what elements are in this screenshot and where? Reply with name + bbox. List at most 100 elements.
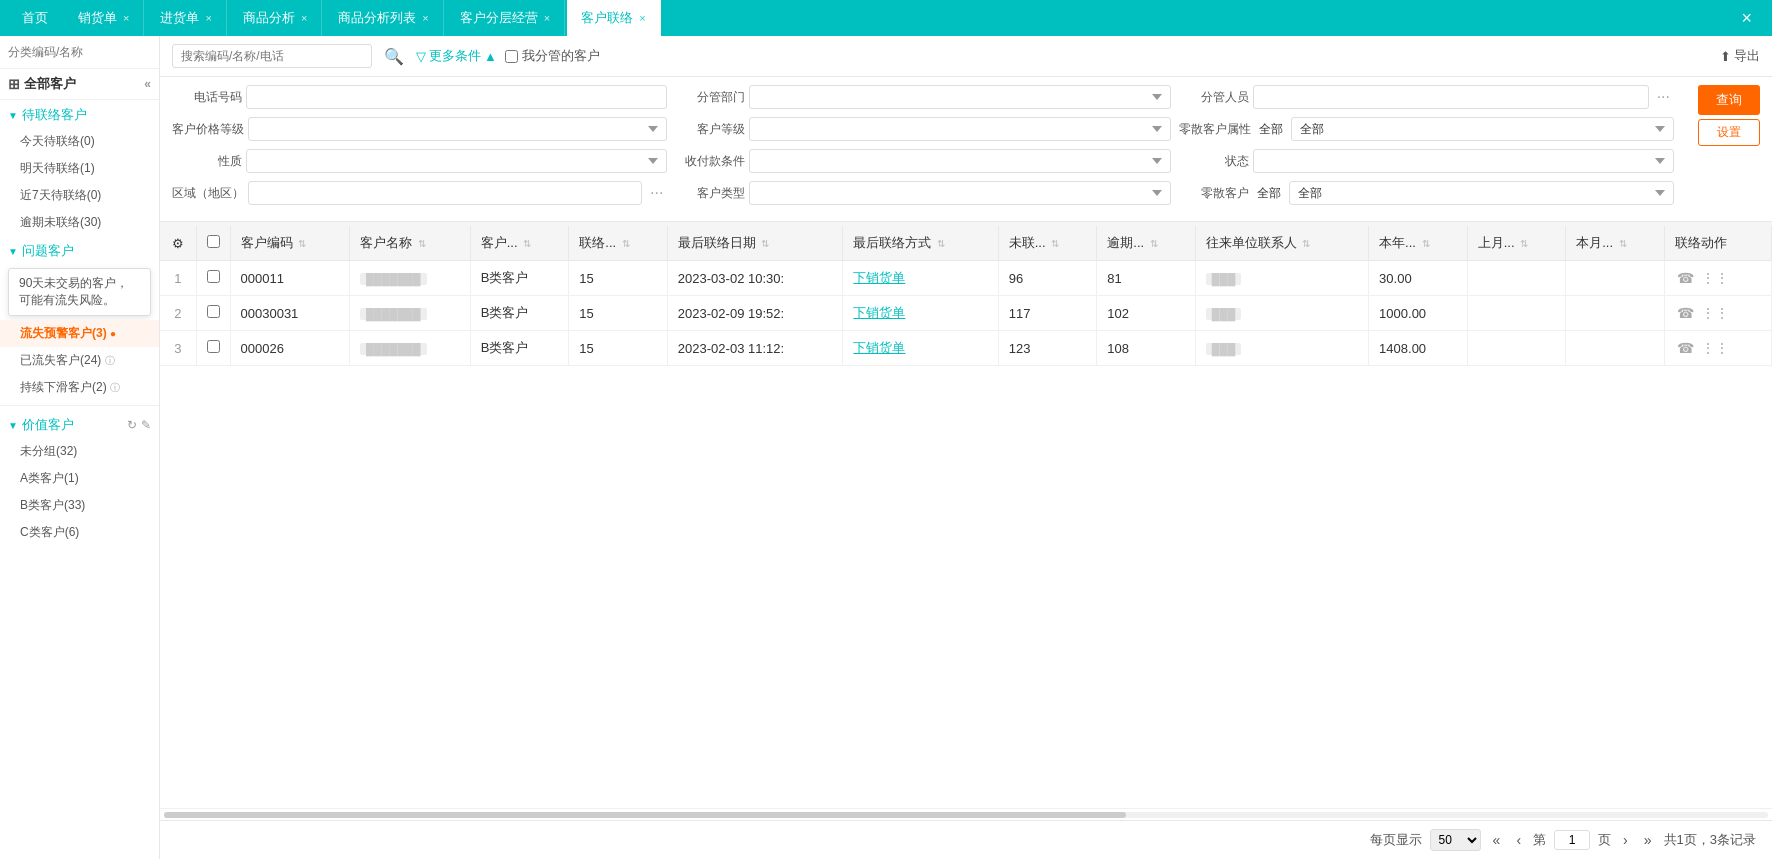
sort-this-year-icon[interactable]: ⇅ xyxy=(1422,238,1430,249)
filter-more-conditions-button[interactable]: ▽ 更多条件 ▲ xyxy=(416,47,497,65)
sort-type-icon[interactable]: ⇅ xyxy=(523,238,531,249)
sidebar-search-input[interactable] xyxy=(8,45,158,59)
row-3-checkbox[interactable] xyxy=(207,340,220,353)
payment-select[interactable] xyxy=(749,149,1170,173)
page-input[interactable] xyxy=(1554,830,1590,850)
sidebar-item-churn-warning[interactable]: 流失预警客户(3) ● xyxy=(0,320,159,347)
refresh-icon[interactable]: ↻ xyxy=(127,418,137,432)
customer-type-select[interactable] xyxy=(749,181,1170,205)
scrollbar-thumb[interactable] xyxy=(164,812,1126,818)
nav-tab-4[interactable]: 客户分层经营 × xyxy=(446,0,565,36)
person-dots-icon[interactable]: ··· xyxy=(1653,88,1674,106)
nav-tab-5[interactable]: 客户联络 × xyxy=(567,0,660,36)
row-2-method-link[interactable]: 下销货单 xyxy=(853,305,905,320)
query-settings-group: 查询 设置 xyxy=(1686,77,1772,221)
sort-no-contact-icon[interactable]: ⇅ xyxy=(1051,238,1059,249)
total-label: 共1页，3条记录 xyxy=(1664,831,1756,849)
nav-tab-3[interactable]: 商品分析列表 × xyxy=(324,0,443,36)
nature-select[interactable] xyxy=(246,149,667,173)
row-checkbox-3[interactable] xyxy=(196,331,230,366)
nav-tab-5-close[interactable]: × xyxy=(639,12,645,24)
settings-button[interactable]: 设置 xyxy=(1698,119,1760,146)
sidebar-item-declining[interactable]: 持续下滑客户(2) ⓘ xyxy=(0,374,159,401)
row-3-more-icon[interactable]: ⋮⋮ xyxy=(1699,340,1731,356)
first-page-button[interactable]: « xyxy=(1489,832,1505,848)
last-page-button[interactable]: » xyxy=(1640,832,1656,848)
nav-tab-2[interactable]: 商品分析 × xyxy=(229,0,322,36)
nav-tab-1-close[interactable]: × xyxy=(205,12,211,24)
sidebar-group-value[interactable]: ▼ 价值客户 ↻ ✎ xyxy=(0,410,159,438)
row-3-method-link[interactable]: 下销货单 xyxy=(853,340,905,355)
sort-overdue-icon[interactable]: ⇅ xyxy=(1150,238,1158,249)
nav-home[interactable]: 首页 xyxy=(8,0,62,36)
row-2-checkbox[interactable] xyxy=(207,305,220,318)
nav-tab-2-close[interactable]: × xyxy=(301,12,307,24)
row-last-method-1[interactable]: 下销货单 xyxy=(843,261,998,296)
sidebar-item-class-c[interactable]: C类客户(6) xyxy=(0,519,159,546)
row-1-checkbox[interactable] xyxy=(207,270,220,283)
sort-last-month-icon[interactable]: ⇅ xyxy=(1520,238,1528,249)
sort-last-date-icon[interactable]: ⇅ xyxy=(761,238,769,249)
select-all-checkbox[interactable] xyxy=(207,235,220,248)
phone-input[interactable] xyxy=(246,85,667,109)
close-all-button[interactable]: × xyxy=(1729,8,1764,29)
checkbox-col-header[interactable] xyxy=(196,226,230,261)
price-grade-select[interactable] xyxy=(248,117,667,141)
sidebar-item-ungrouped[interactable]: 未分组(32) xyxy=(0,438,159,465)
export-button[interactable]: ⬆ 导出 xyxy=(1720,47,1760,65)
dept-select[interactable] xyxy=(749,85,1170,109)
sidebar-all-customers[interactable]: ⊞ 全部客户 « xyxy=(0,69,159,100)
row-this-year-2: 1000.00 xyxy=(1369,296,1468,331)
row-last-method-3[interactable]: 下销货单 xyxy=(843,331,998,366)
nav-tab-3-close[interactable]: × xyxy=(422,12,428,24)
horizontal-scrollbar[interactable] xyxy=(160,808,1772,820)
sidebar-item-7days[interactable]: 近7天待联络(0) xyxy=(0,182,159,209)
sidebar-collapse-icon[interactable]: « xyxy=(144,77,151,91)
sidebar-item-tomorrow[interactable]: 明天待联络(1) xyxy=(0,155,159,182)
row-checkbox-1[interactable] xyxy=(196,261,230,296)
sidebar-item-class-b[interactable]: B类客户(33) xyxy=(0,492,159,519)
sidebar-item-class-a[interactable]: A类客户(1) xyxy=(0,465,159,492)
col-last-month-header: 上月... ⇅ xyxy=(1467,226,1566,261)
nav-tab-0[interactable]: 销货单 × xyxy=(64,0,144,36)
sort-code-icon[interactable]: ⇅ xyxy=(298,238,306,249)
row-1-method-link[interactable]: 下销货单 xyxy=(853,270,905,285)
sort-unit-contact-icon[interactable]: ⇅ xyxy=(1302,238,1310,249)
sort-contact-icon[interactable]: ⇅ xyxy=(622,238,630,249)
row-3-call-icon[interactable]: ☎ xyxy=(1675,340,1696,356)
my-customers-checkbox-label[interactable]: 我分管的客户 xyxy=(505,47,600,65)
query-button[interactable]: 查询 xyxy=(1698,85,1760,115)
nav-tab-0-close[interactable]: × xyxy=(123,12,129,24)
row-1-call-icon[interactable]: ☎ xyxy=(1675,270,1696,286)
my-customers-checkbox[interactable] xyxy=(505,50,518,63)
sort-name-icon[interactable]: ⇅ xyxy=(418,238,426,249)
next-page-button[interactable]: › xyxy=(1619,832,1632,848)
region-dots-icon[interactable]: ··· xyxy=(646,184,667,202)
edit-icon[interactable]: ✎ xyxy=(141,418,151,432)
row-last-method-2[interactable]: 下销货单 xyxy=(843,296,998,331)
row-1-more-icon[interactable]: ⋮⋮ xyxy=(1699,270,1731,286)
nav-tab-1[interactable]: 进货单 × xyxy=(146,0,226,36)
sidebar-group-pending[interactable]: ▼ 待联络客户 xyxy=(0,100,159,128)
sort-last-method-icon[interactable]: ⇅ xyxy=(937,238,945,249)
sort-this-month-icon[interactable]: ⇅ xyxy=(1619,238,1627,249)
customer-grade-select[interactable] xyxy=(749,117,1170,141)
sidebar-item-today[interactable]: 今天待联络(0) xyxy=(0,128,159,155)
per-page-select[interactable]: 50 20 100 xyxy=(1430,829,1481,851)
filter-search-button[interactable]: 🔍 xyxy=(380,47,408,66)
gear-col-header[interactable]: ⚙ xyxy=(160,226,196,261)
nav-tab-4-close[interactable]: × xyxy=(544,12,550,24)
sidebar-group-problem[interactable]: ▼ 问题客户 xyxy=(0,236,159,264)
row-2-more-icon[interactable]: ⋮⋮ xyxy=(1699,305,1731,321)
filter-search-input[interactable] xyxy=(172,44,372,68)
row-2-call-icon[interactable]: ☎ xyxy=(1675,305,1696,321)
region-input[interactable] xyxy=(248,181,642,205)
sidebar-item-overdue[interactable]: 逾期未联络(30) xyxy=(0,209,159,236)
retail-attr-select[interactable]: 全部 xyxy=(1291,117,1674,141)
sidebar-item-churned[interactable]: 已流失客户(24) ⓘ xyxy=(0,347,159,374)
prev-page-button[interactable]: ‹ xyxy=(1512,832,1525,848)
person-input[interactable] xyxy=(1253,85,1649,109)
row-checkbox-2[interactable] xyxy=(196,296,230,331)
retail-select[interactable]: 全部 xyxy=(1289,181,1674,205)
status-select[interactable] xyxy=(1253,149,1674,173)
